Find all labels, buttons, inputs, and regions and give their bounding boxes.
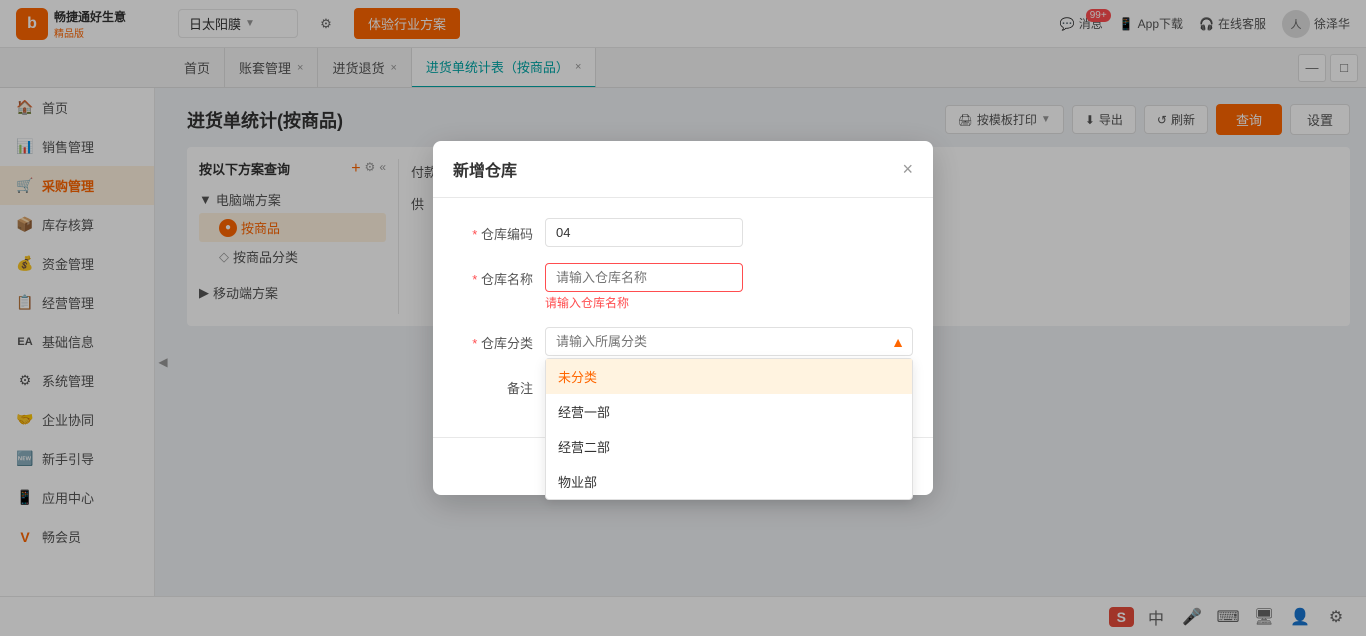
dropdown-item-property[interactable]: 物业部 xyxy=(546,464,912,499)
modal-add-warehouse: 新增仓库 × * 仓库编码 * 仓库名称 xyxy=(433,141,933,495)
form-row-code: * 仓库编码 xyxy=(453,218,913,247)
dropdown-item-dept1[interactable]: 经营一部 xyxy=(546,394,912,429)
chevron-up-icon[interactable]: ▲ xyxy=(891,334,905,350)
category-input[interactable] xyxy=(545,327,913,356)
warehouse-name-input[interactable] xyxy=(545,263,743,292)
category-dropdown: ▲ 未分类 经营一部 经营二部 物业部 xyxy=(545,327,913,356)
form-row-name: * 仓库名称 请输入仓库名称 xyxy=(453,263,913,311)
category-dropdown-list: 未分类 经营一部 经营二部 物业部 xyxy=(545,358,913,500)
modal-header: 新增仓库 × xyxy=(433,141,933,198)
dropdown-item-unclassified[interactable]: 未分类 xyxy=(546,359,912,394)
modal-overlay[interactable]: 新增仓库 × * 仓库编码 * 仓库名称 xyxy=(0,0,1366,636)
dropdown-item-dept2[interactable]: 经营二部 xyxy=(546,429,912,464)
modal-close-button[interactable]: × xyxy=(902,160,913,178)
modal-body: * 仓库编码 * 仓库名称 请输入仓库名称 xyxy=(433,198,933,437)
form-row-category: * 仓库分类 ▲ 未分类 经营一部 经营二部 物业部 xyxy=(453,327,913,356)
note-label: 备注 xyxy=(453,372,533,397)
name-label: * 仓库名称 xyxy=(453,263,533,288)
category-label: * 仓库分类 xyxy=(453,327,533,352)
modal-title: 新增仓库 xyxy=(453,157,517,181)
name-error-msg: 请输入仓库名称 xyxy=(545,294,913,311)
warehouse-code-input[interactable] xyxy=(545,218,743,247)
code-label: * 仓库编码 xyxy=(453,218,533,243)
